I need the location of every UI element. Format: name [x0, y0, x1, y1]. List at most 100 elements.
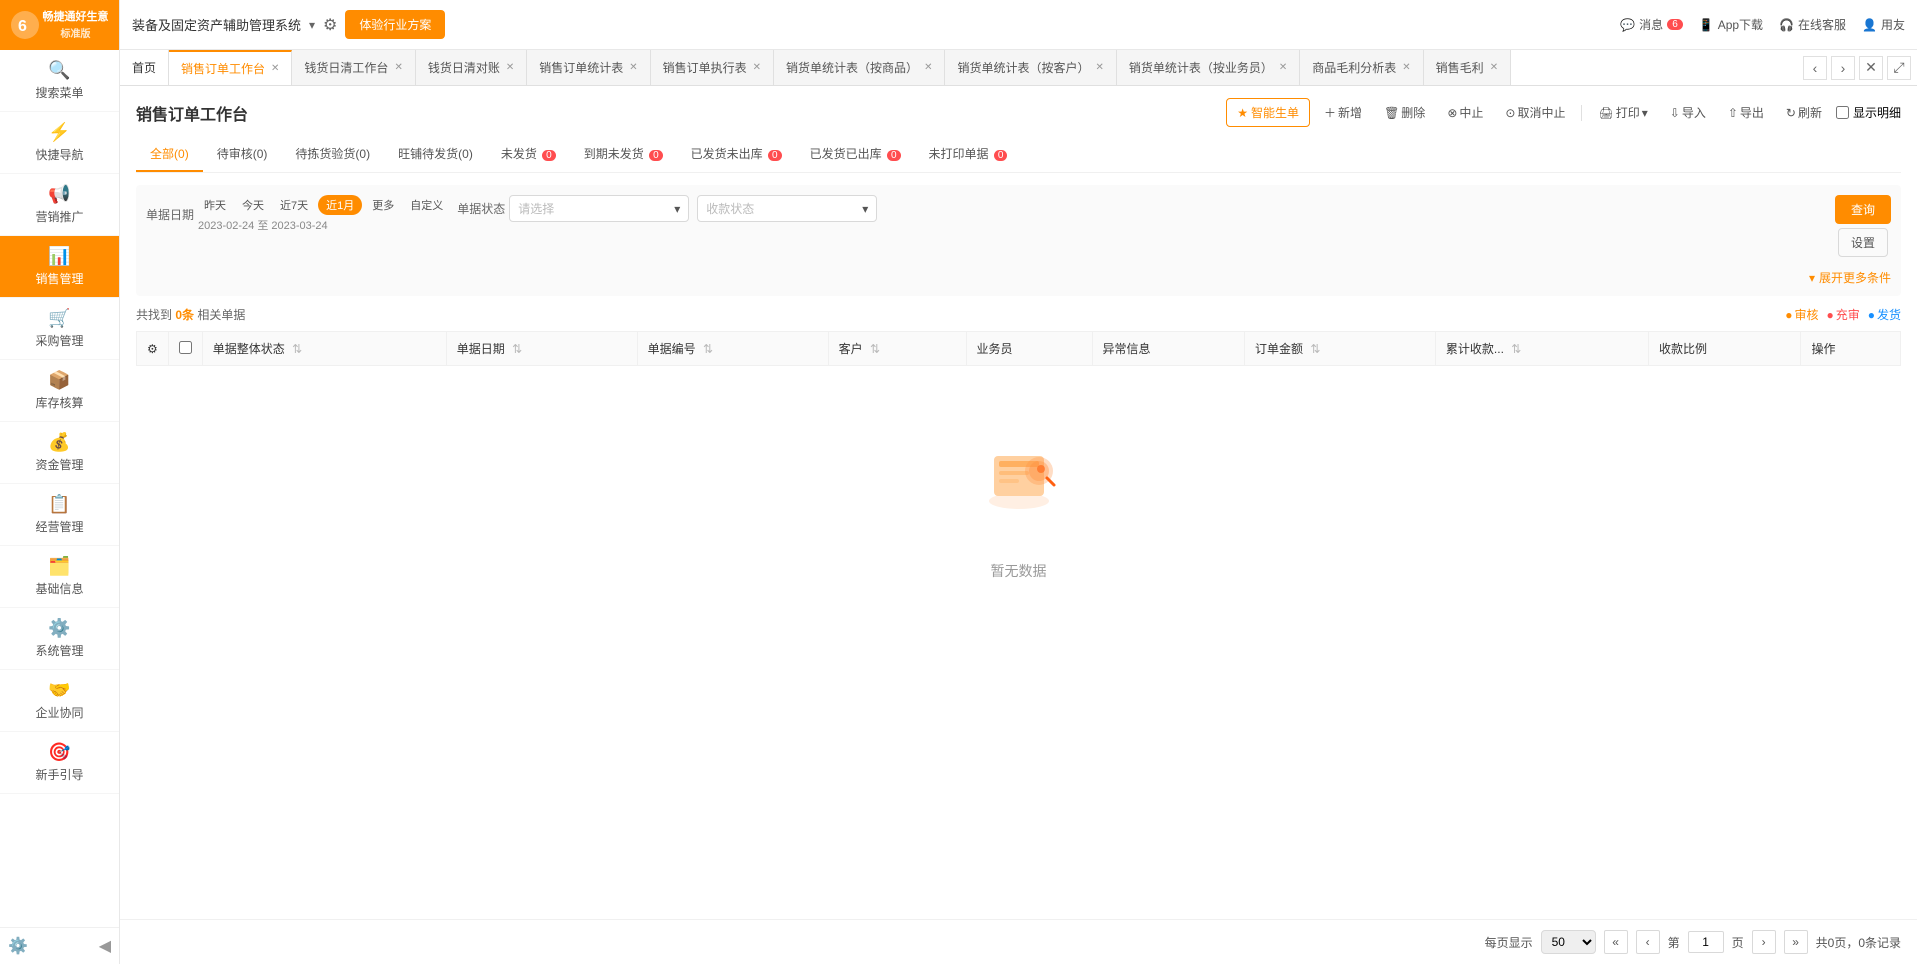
tab-sales-order-workbench[interactable]: 销售订单工作台 ✕ — [169, 50, 292, 86]
filter-tab-unshipped[interactable]: 未发货 0 — [487, 137, 570, 172]
online-service-item[interactable]: 🎧 在线客服 — [1779, 16, 1846, 33]
system-icon: ⚙️ — [48, 618, 70, 639]
tab-close-icon[interactable]: ✕ — [924, 62, 932, 73]
tab-sales-summary-staff[interactable]: 销货单统计表（按业务员） ✕ — [1117, 50, 1300, 86]
last-page-btn[interactable]: » — [1784, 930, 1808, 954]
col-customer: 客户 ⇅ — [828, 332, 966, 366]
date-range-display: 2023-02-24 至 2023-03-24 — [198, 217, 449, 233]
filter-settings-button[interactable]: 设置 — [1838, 228, 1888, 257]
date-opt-1month[interactable]: 近1月 — [318, 195, 362, 215]
tab-sales-summary-customer[interactable]: 销货单统计表（按客户） ✕ — [945, 50, 1116, 86]
logo-text: 畅捷通好生意 — [43, 10, 109, 24]
message-item[interactable]: 💬 消息 6 — [1620, 16, 1683, 33]
sort-icon[interactable]: ⇅ — [512, 342, 522, 356]
show-detail-checkbox[interactable] — [1836, 106, 1849, 119]
sidebar-item-inventory[interactable]: 📦 库存核算 — [0, 360, 119, 422]
delete-btn[interactable]: 🗑 删除 — [1376, 99, 1433, 126]
revoke-btn[interactable]: ● 充审 — [1826, 306, 1859, 323]
next-page-btn[interactable]: › — [1752, 930, 1776, 954]
query-button[interactable]: 查询 — [1835, 195, 1891, 224]
tab-sales-profit[interactable]: 销售毛利 ✕ — [1424, 50, 1511, 86]
sidebar-bottom: ⚙️ ◀ — [0, 927, 119, 964]
sidebar-item-basic-info[interactable]: 🗂️ 基础信息 — [0, 546, 119, 608]
sort-icon[interactable]: ⇅ — [1310, 342, 1320, 356]
sidebar-collapse-icon[interactable]: ◀ — [99, 936, 111, 956]
filter-tab-wangpu[interactable]: 旺铺待发货(0) — [384, 137, 487, 172]
tab-close-icon[interactable]: ✕ — [753, 62, 761, 73]
sidebar-item-finance[interactable]: 💰 资金管理 — [0, 422, 119, 484]
tab-product-margin[interactable]: 商品毛利分析表 ✕ — [1300, 50, 1423, 86]
date-opt-7days[interactable]: 近7天 — [274, 195, 314, 215]
expand-button[interactable]: ▾ 展开更多条件 — [1809, 269, 1891, 286]
print-btn[interactable]: 🖨 打印 ▾ — [1590, 99, 1655, 126]
stop-btn[interactable]: ⊗ 中止 — [1439, 99, 1491, 126]
tab-home[interactable]: 首页 — [120, 50, 169, 86]
sidebar-item-cooperation[interactable]: 🤝 企业协同 — [0, 670, 119, 732]
sidebar-item-sales[interactable]: 📊 销售管理 — [0, 236, 119, 298]
refresh-btn[interactable]: ↻ 刷新 — [1778, 99, 1830, 126]
payment-status-select[interactable]: 收款状态 ▾ — [697, 195, 877, 222]
tab-sales-stats[interactable]: 销售订单统计表 ✕ — [527, 50, 650, 86]
filter-tab-pending-review[interactable]: 待审核(0) — [203, 137, 282, 172]
tab-cash-reconcile[interactable]: 钱货日清对账 ✕ — [416, 50, 527, 86]
filter-tab-shipped-in[interactable]: 已发货已出库 0 — [796, 137, 915, 172]
sidebar-item-operations[interactable]: 📋 经营管理 — [0, 484, 119, 546]
prev-page-btn[interactable]: ‹ — [1636, 930, 1660, 954]
first-page-btn[interactable]: « — [1604, 930, 1628, 954]
import-btn[interactable]: ⇩ 导入 — [1662, 99, 1714, 126]
trial-button[interactable]: 体验行业方案 — [345, 10, 445, 39]
filter-tab-expired-unshipped[interactable]: 到期未发货 0 — [570, 137, 677, 172]
tab-prev-icon[interactable]: ‹ — [1803, 56, 1827, 80]
ship-btn[interactable]: ● 发货 — [1868, 306, 1901, 323]
date-opt-yesterday[interactable]: 昨天 — [198, 195, 232, 215]
sort-icon[interactable]: ⇅ — [703, 342, 713, 356]
sidebar-item-purchase[interactable]: 🛒 采购管理 — [0, 298, 119, 360]
topbar-settings-icon[interactable]: ⚙ — [323, 15, 337, 35]
filter-tab-unprinted[interactable]: 未打印单据 0 — [915, 137, 1022, 172]
tab-next-icon[interactable]: › — [1831, 56, 1855, 80]
sidebar-item-quick-nav[interactable]: ⚡ 快捷导航 — [0, 112, 119, 174]
sort-icon[interactable]: ⇅ — [292, 342, 302, 356]
page-size-select[interactable]: 50 10 20 100 — [1541, 930, 1596, 954]
tab-close-icon[interactable]: ✕ — [1490, 62, 1498, 73]
filter-tab-pending-inspection[interactable]: 待拣货验货(0) — [281, 137, 384, 172]
col-settings[interactable]: ⚙ — [137, 332, 169, 366]
filter-tab-all[interactable]: 全部(0) — [136, 137, 203, 172]
add-btn[interactable]: ＋ 新增 — [1316, 99, 1370, 126]
tab-close-icon[interactable]: ✕ — [394, 62, 402, 73]
system-dropdown[interactable]: ▾ — [309, 18, 315, 32]
tab-close-icon[interactable]: ✕ — [271, 63, 279, 74]
sort-icon[interactable]: ⇅ — [870, 342, 880, 356]
sort-icon[interactable]: ⇅ — [1511, 342, 1521, 356]
tab-close-icon[interactable]: ✕ — [1402, 62, 1410, 73]
show-detail-label[interactable]: 显示明细 — [1836, 104, 1901, 121]
tab-sales-summary-product[interactable]: 销货单统计表（按商品） ✕ — [774, 50, 945, 86]
tab-close-all-icon[interactable]: ✕ — [1859, 56, 1883, 80]
tab-maximize-icon[interactable]: ⤢ — [1887, 56, 1911, 80]
page-number-input[interactable]: 1 — [1688, 931, 1724, 953]
smart-btn[interactable]: ★ 智能生单 — [1226, 98, 1310, 127]
export-btn[interactable]: ⇧ 导出 — [1720, 99, 1772, 126]
app-download-item[interactable]: 📱 App下载 — [1699, 16, 1763, 33]
tab-sales-exec[interactable]: 销售订单执行表 ✕ — [651, 50, 774, 86]
filter-tab-shipped-not-in[interactable]: 已发货未出库 0 — [677, 137, 796, 172]
user-item[interactable]: 👤 用友 — [1862, 16, 1905, 33]
tab-close-icon[interactable]: ✕ — [1279, 62, 1287, 73]
cancel-stop-btn[interactable]: ⊙ 取消中止 — [1497, 99, 1573, 126]
audit-btn[interactable]: ● 审核 — [1785, 306, 1818, 323]
tab-cash-daily[interactable]: 钱货日清工作台 ✕ — [292, 50, 415, 86]
sidebar-item-marketing[interactable]: 📢 营销推广 — [0, 174, 119, 236]
date-opt-more[interactable]: 更多 — [366, 195, 400, 215]
col-staff: 业务员 — [966, 332, 1092, 366]
select-all-checkbox[interactable] — [179, 341, 192, 354]
date-opt-custom[interactable]: 自定义 — [404, 195, 449, 215]
date-opt-today[interactable]: 今天 — [236, 195, 270, 215]
sidebar-item-guide[interactable]: 🎯 新手引导 — [0, 732, 119, 794]
tab-close-icon[interactable]: ✕ — [629, 62, 637, 73]
status-select[interactable]: 请选择 ▾ — [509, 195, 689, 222]
sidebar-item-search[interactable]: 🔍 搜索菜单 — [0, 50, 119, 112]
sidebar-item-system[interactable]: ⚙️ 系统管理 — [0, 608, 119, 670]
tab-close-icon[interactable]: ✕ — [1095, 62, 1103, 73]
tab-close-icon[interactable]: ✕ — [506, 62, 514, 73]
sidebar-settings-icon[interactable]: ⚙️ — [8, 936, 28, 956]
